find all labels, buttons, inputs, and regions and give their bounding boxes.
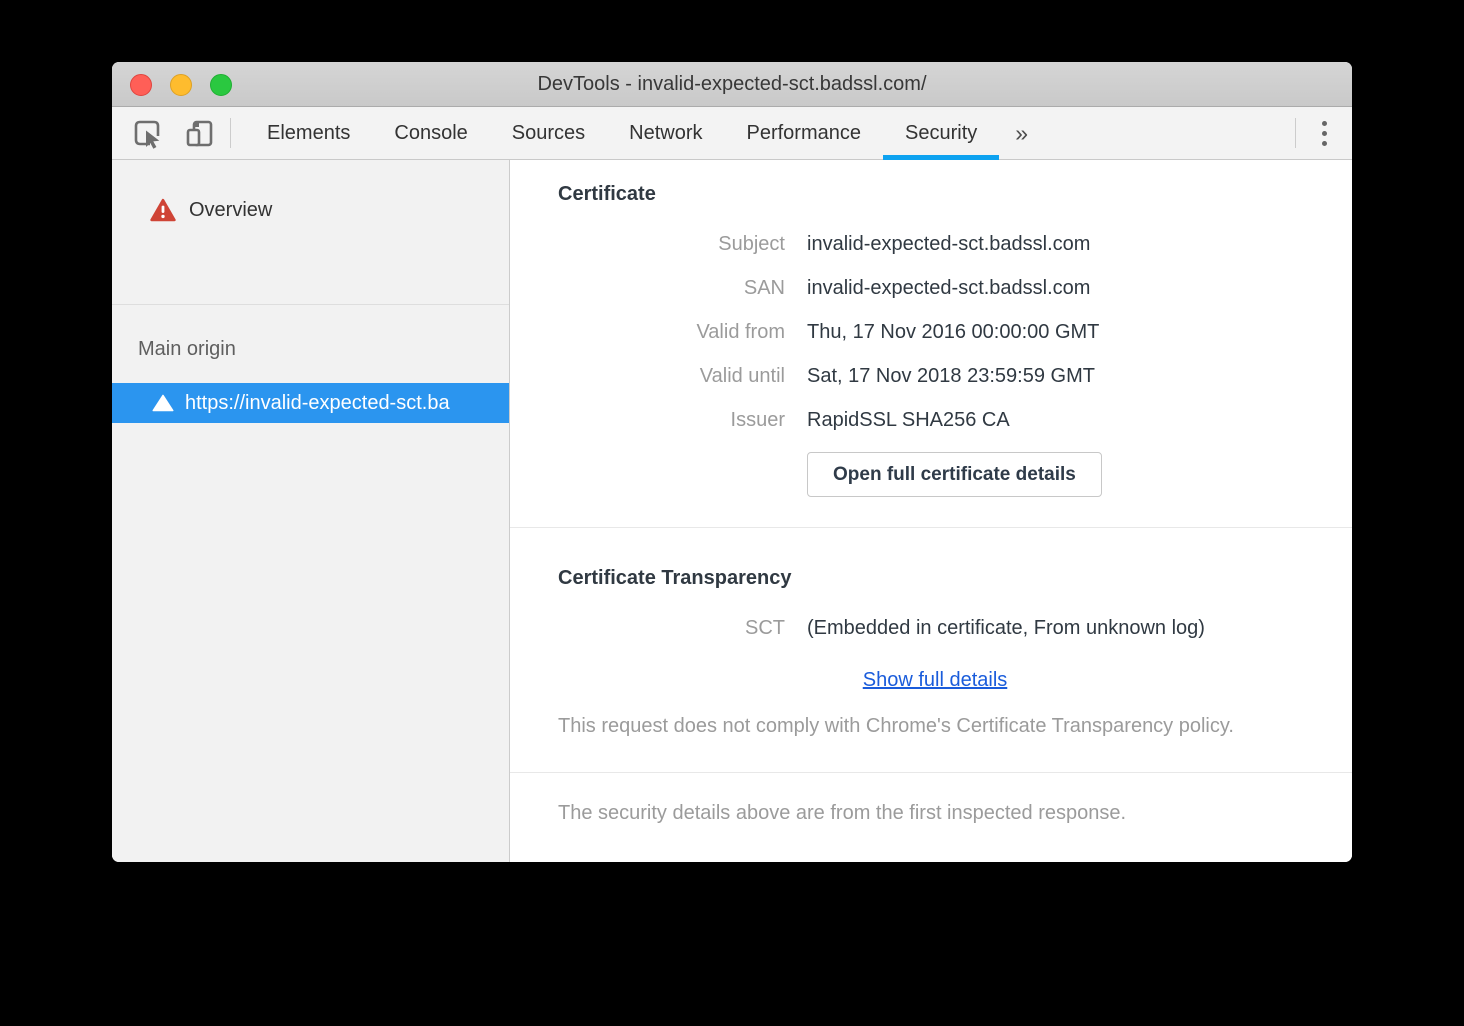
security-panel: Overview Main origin https://invalid-exp… — [112, 160, 1352, 862]
table-row: Subject invalid-expected-sct.badssl.com — [558, 222, 1312, 266]
row-value: invalid-expected-sct.badssl.com — [785, 277, 1090, 300]
row-value: (Embedded in certificate, From unknown l… — [785, 617, 1205, 640]
table-row: Valid from Thu, 17 Nov 2016 00:00:00 GMT — [558, 310, 1312, 354]
footer-section: The security details above are from the … — [510, 772, 1352, 862]
table-row: SAN invalid-expected-sct.badssl.com — [558, 266, 1312, 310]
open-certificate-details-button[interactable]: Open full certificate details — [807, 452, 1102, 497]
more-tabs-chevron-icon[interactable]: » — [999, 107, 1044, 159]
security-origin-view: Certificate Subject invalid-expected-sct… — [510, 160, 1352, 862]
row-value: Sat, 17 Nov 2018 23:59:59 GMT — [785, 365, 1095, 388]
zoom-button[interactable] — [210, 74, 232, 96]
certificate-transparency-section: Certificate Transparency SCT (Embedded i… — [510, 527, 1352, 772]
table-row: SCT (Embedded in certificate, From unkno… — [558, 606, 1312, 650]
sidebar-item-overview[interactable]: Overview — [150, 198, 509, 222]
row-label: Subject — [558, 233, 785, 256]
minimize-button[interactable] — [170, 74, 192, 96]
traffic-lights — [130, 74, 232, 96]
tab-network[interactable]: Network — [607, 107, 724, 159]
more-options-kebab-icon[interactable] — [1296, 107, 1352, 159]
toolbar-icon-group — [112, 107, 216, 159]
sidebar-item-origin-selected[interactable]: https://invalid-expected-sct.ba — [112, 383, 509, 423]
overview-label: Overview — [189, 199, 272, 222]
footer-note: The security details above are from the … — [558, 791, 1312, 835]
security-sidebar: Overview Main origin https://invalid-exp… — [112, 160, 510, 862]
row-label: SAN — [558, 277, 785, 300]
certificate-section: Certificate Subject invalid-expected-sct… — [510, 160, 1352, 527]
toggle-device-toolbar-icon[interactable] — [182, 116, 216, 150]
overview-section: Overview — [112, 198, 509, 305]
tab-sources[interactable]: Sources — [490, 107, 607, 159]
row-value: RapidSSL SHA256 CA — [785, 409, 1010, 432]
tab-security[interactable]: Security — [883, 107, 999, 159]
devtools-toolbar: Elements Console Sources Network Perform… — [112, 107, 1352, 160]
window-title: DevTools - invalid-expected-sct.badssl.c… — [537, 73, 926, 96]
warning-triangle-icon — [152, 394, 174, 412]
main-origin-heading: Main origin — [138, 327, 509, 371]
panel-tabs: Elements Console Sources Network Perform… — [245, 107, 1044, 159]
title-bar: DevTools - invalid-expected-sct.badssl.c… — [112, 62, 1352, 107]
certificate-title: Certificate — [558, 182, 1312, 206]
tab-performance[interactable]: Performance — [725, 107, 884, 159]
tab-console[interactable]: Console — [372, 107, 489, 159]
row-label: Valid from — [558, 321, 785, 344]
table-row: Issuer RapidSSL SHA256 CA — [558, 398, 1312, 442]
origin-url: https://invalid-expected-sct.ba — [185, 392, 450, 415]
row-value: Thu, 17 Nov 2016 00:00:00 GMT — [785, 321, 1099, 344]
warning-triangle-icon — [150, 198, 176, 222]
toolbar-divider — [230, 118, 231, 148]
row-label: Valid until — [558, 365, 785, 388]
show-full-details-link[interactable]: Show full details — [863, 669, 1008, 692]
row-value: invalid-expected-sct.badssl.com — [785, 233, 1090, 256]
tab-elements[interactable]: Elements — [245, 107, 372, 159]
toolbar-right-group — [1295, 107, 1352, 159]
link-row: Show full details — [558, 658, 1312, 702]
ct-policy-note: This request does not comply with Chrome… — [558, 712, 1312, 740]
certificate-transparency-title: Certificate Transparency — [558, 566, 1312, 590]
inspect-element-icon[interactable] — [130, 116, 164, 150]
row-label: Issuer — [558, 409, 785, 432]
close-button[interactable] — [130, 74, 152, 96]
table-row: Valid until Sat, 17 Nov 2018 23:59:59 GM… — [558, 354, 1312, 398]
devtools-window: DevTools - invalid-expected-sct.badssl.c… — [112, 62, 1352, 862]
row-label: SCT — [558, 617, 785, 640]
